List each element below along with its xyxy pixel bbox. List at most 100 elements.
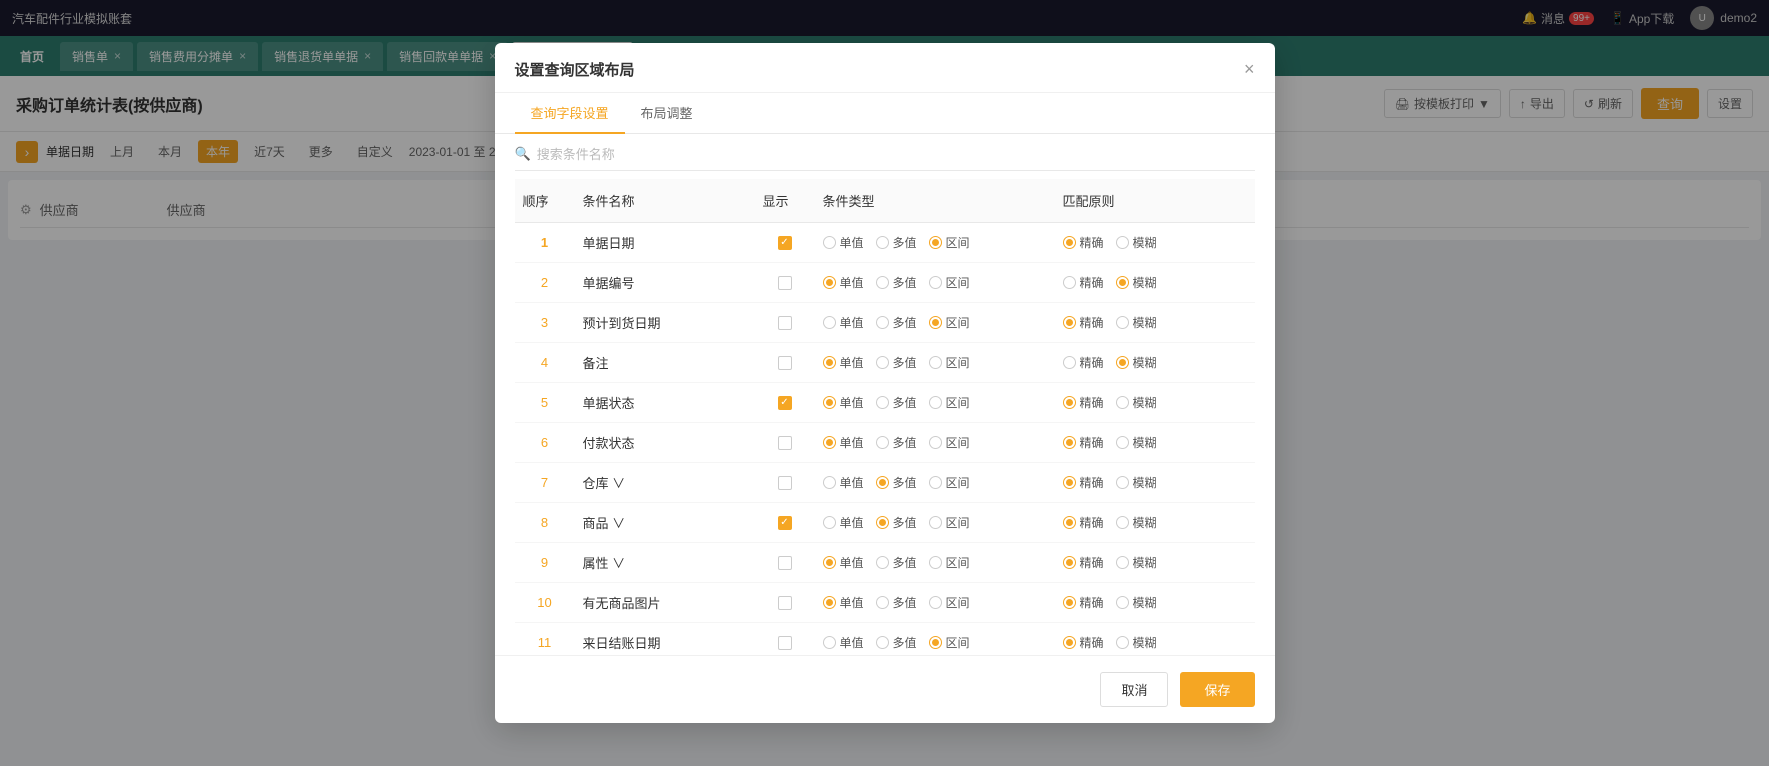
type-option-单值-0[interactable]: 单值 (823, 234, 864, 251)
modal-close-button[interactable]: × (1244, 59, 1255, 80)
radio-match-精确-4[interactable] (1063, 396, 1076, 409)
radio-match-精确-5[interactable] (1063, 436, 1076, 449)
match-option-精确-5[interactable]: 精确 (1063, 434, 1104, 451)
radio-type-单值-9[interactable] (823, 596, 836, 609)
radio-match-精确-3[interactable] (1063, 356, 1076, 369)
radio-match-模糊-8[interactable] (1116, 556, 1129, 569)
type-option-多值-10[interactable]: 多值 (876, 634, 917, 651)
radio-match-模糊-3[interactable] (1116, 356, 1129, 369)
radio-match-模糊-9[interactable] (1116, 596, 1129, 609)
radio-type-多值-8[interactable] (876, 556, 889, 569)
radio-match-精确-9[interactable] (1063, 596, 1076, 609)
match-option-精确-4[interactable]: 精确 (1063, 394, 1104, 411)
radio-match-精确-2[interactable] (1063, 316, 1076, 329)
radio-match-模糊-1[interactable] (1116, 276, 1129, 289)
match-option-精确-3[interactable]: 精确 (1063, 354, 1104, 371)
display-checkbox-3[interactable] (778, 356, 792, 370)
tab-layout-adjust[interactable]: 布局调整 (625, 93, 709, 134)
match-option-模糊-7[interactable]: 模糊 (1116, 514, 1157, 531)
radio-type-区间-6[interactable] (929, 476, 942, 489)
type-option-单值-3[interactable]: 单值 (823, 354, 864, 371)
display-checkbox-7[interactable] (778, 516, 792, 530)
type-option-多值-2[interactable]: 多值 (876, 314, 917, 331)
radio-match-模糊-5[interactable] (1116, 436, 1129, 449)
type-option-多值-1[interactable]: 多值 (876, 274, 917, 291)
radio-type-单值-5[interactable] (823, 436, 836, 449)
radio-match-模糊-0[interactable] (1116, 236, 1129, 249)
radio-type-多值-2[interactable] (876, 316, 889, 329)
match-option-精确-9[interactable]: 精确 (1063, 594, 1104, 611)
type-option-区间-2[interactable]: 区间 (929, 314, 970, 331)
match-option-精确-0[interactable]: 精确 (1063, 234, 1104, 251)
type-option-单值-4[interactable]: 单值 (823, 394, 864, 411)
radio-type-单值-3[interactable] (823, 356, 836, 369)
radio-match-模糊-6[interactable] (1116, 476, 1129, 489)
type-option-区间-10[interactable]: 区间 (929, 634, 970, 651)
type-option-多值-3[interactable]: 多值 (876, 354, 917, 371)
type-option-区间-9[interactable]: 区间 (929, 594, 970, 611)
type-option-区间-4[interactable]: 区间 (929, 394, 970, 411)
type-option-区间-8[interactable]: 区间 (929, 554, 970, 571)
radio-type-区间-5[interactable] (929, 436, 942, 449)
radio-match-模糊-2[interactable] (1116, 316, 1129, 329)
tab-query-fields[interactable]: 查询字段设置 (515, 93, 625, 134)
match-option-模糊-4[interactable]: 模糊 (1116, 394, 1157, 411)
match-option-精确-10[interactable]: 精确 (1063, 634, 1104, 651)
radio-type-多值-5[interactable] (876, 436, 889, 449)
type-option-单值-1[interactable]: 单值 (823, 274, 864, 291)
type-option-区间-1[interactable]: 区间 (929, 274, 970, 291)
display-checkbox-5[interactable] (778, 436, 792, 450)
type-option-区间-5[interactable]: 区间 (929, 434, 970, 451)
radio-type-单值-2[interactable] (823, 316, 836, 329)
match-option-精确-8[interactable]: 精确 (1063, 554, 1104, 571)
radio-type-多值-9[interactable] (876, 596, 889, 609)
type-option-多值-0[interactable]: 多值 (876, 234, 917, 251)
type-option-单值-8[interactable]: 单值 (823, 554, 864, 571)
radio-type-多值-4[interactable] (876, 396, 889, 409)
match-option-模糊-1[interactable]: 模糊 (1116, 274, 1157, 291)
radio-type-单值-0[interactable] (823, 236, 836, 249)
type-option-多值-7[interactable]: 多值 (876, 514, 917, 531)
radio-type-区间-9[interactable] (929, 596, 942, 609)
match-option-模糊-10[interactable]: 模糊 (1116, 634, 1157, 651)
match-option-模糊-3[interactable]: 模糊 (1116, 354, 1157, 371)
type-option-区间-7[interactable]: 区间 (929, 514, 970, 531)
type-option-多值-9[interactable]: 多值 (876, 594, 917, 611)
type-option-多值-4[interactable]: 多值 (876, 394, 917, 411)
display-checkbox-6[interactable] (778, 476, 792, 490)
display-checkbox-4[interactable] (778, 396, 792, 410)
display-checkbox-8[interactable] (778, 556, 792, 570)
radio-match-精确-0[interactable] (1063, 236, 1076, 249)
display-checkbox-2[interactable] (778, 316, 792, 330)
radio-type-区间-10[interactable] (929, 636, 942, 649)
radio-type-区间-1[interactable] (929, 276, 942, 289)
radio-type-单值-4[interactable] (823, 396, 836, 409)
radio-type-多值-0[interactable] (876, 236, 889, 249)
radio-type-多值-1[interactable] (876, 276, 889, 289)
radio-type-多值-7[interactable] (876, 516, 889, 529)
match-option-模糊-5[interactable]: 模糊 (1116, 434, 1157, 451)
match-option-精确-6[interactable]: 精确 (1063, 474, 1104, 491)
radio-type-区间-4[interactable] (929, 396, 942, 409)
type-option-区间-6[interactable]: 区间 (929, 474, 970, 491)
display-checkbox-1[interactable] (778, 276, 792, 290)
radio-match-精确-10[interactable] (1063, 636, 1076, 649)
radio-type-单值-6[interactable] (823, 476, 836, 489)
radio-type-区间-0[interactable] (929, 236, 942, 249)
radio-type-单值-10[interactable] (823, 636, 836, 649)
radio-match-模糊-4[interactable] (1116, 396, 1129, 409)
radio-match-精确-8[interactable] (1063, 556, 1076, 569)
radio-type-区间-3[interactable] (929, 356, 942, 369)
match-option-精确-2[interactable]: 精确 (1063, 314, 1104, 331)
radio-type-单值-7[interactable] (823, 516, 836, 529)
match-option-模糊-8[interactable]: 模糊 (1116, 554, 1157, 571)
type-option-单值-9[interactable]: 单值 (823, 594, 864, 611)
type-option-区间-0[interactable]: 区间 (929, 234, 970, 251)
match-option-模糊-0[interactable]: 模糊 (1116, 234, 1157, 251)
radio-type-多值-10[interactable] (876, 636, 889, 649)
type-option-多值-8[interactable]: 多值 (876, 554, 917, 571)
save-button[interactable]: 保存 (1180, 672, 1254, 707)
radio-type-区间-2[interactable] (929, 316, 942, 329)
match-option-模糊-2[interactable]: 模糊 (1116, 314, 1157, 331)
match-option-模糊-9[interactable]: 模糊 (1116, 594, 1157, 611)
